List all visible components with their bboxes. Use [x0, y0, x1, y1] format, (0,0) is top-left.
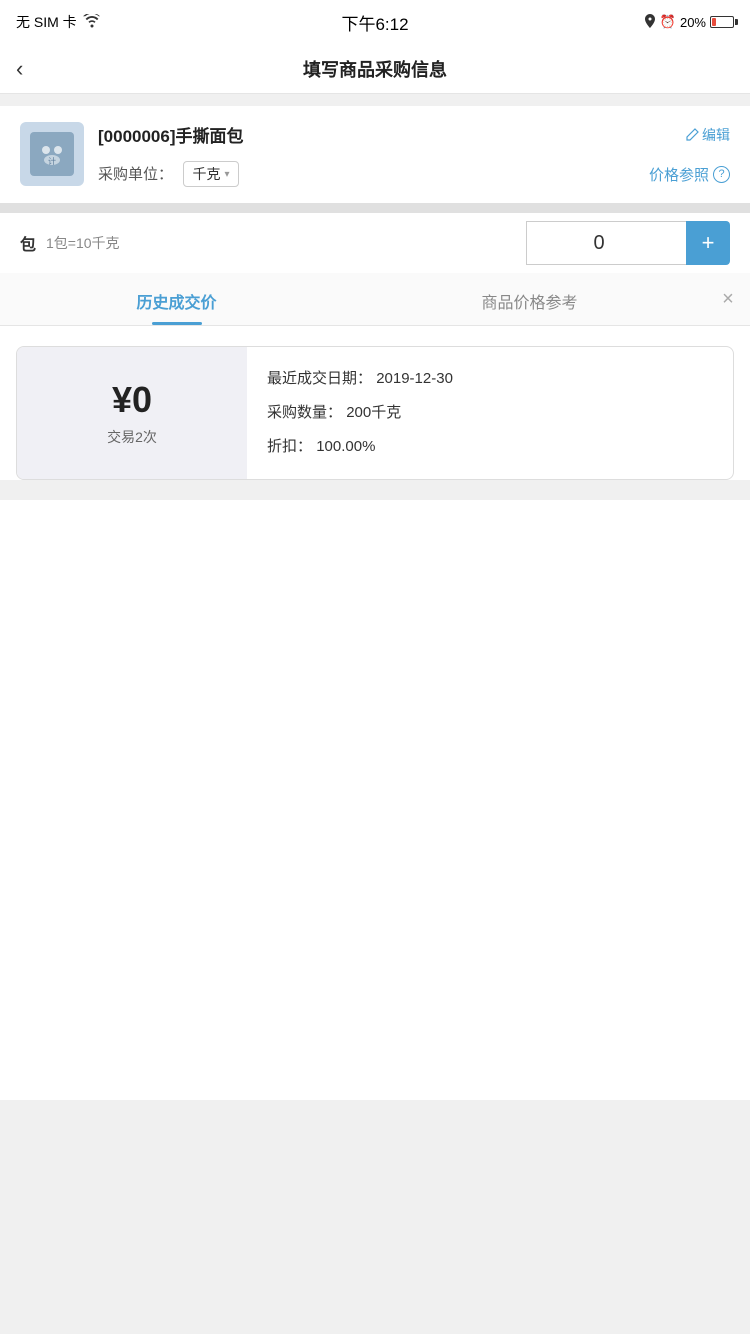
bottom-panel: 历史成交价 商品价格参考 × ¥0 交易2次 最近成交日期： 2019-12-3… — [0, 273, 750, 480]
status-time: 下午6:12 — [341, 10, 408, 35]
discount-value: 100.00% — [316, 438, 375, 455]
edit-icon — [685, 128, 699, 142]
battery-percentage: 20% — [680, 15, 706, 30]
battery-icon — [710, 16, 734, 28]
quantity-plus-button[interactable]: + — [686, 221, 730, 265]
price-ref-label: 价格参照 — [649, 164, 709, 185]
unit-selector[interactable]: 千克 ▾ — [183, 161, 238, 187]
carrier-label: 无 SIM 卡 — [16, 12, 77, 32]
status-bar: 无 SIM 卡 下午6:12 ⏰ 20% — [0, 0, 750, 44]
purchase-unit-label: 采购单位： — [98, 166, 173, 183]
purchase-qty-value: 200千克 — [346, 404, 401, 421]
page-title: 填写商品采购信息 — [303, 56, 447, 82]
edit-button[interactable]: 编辑 — [685, 125, 730, 145]
white-area — [0, 500, 750, 1100]
quantity-input-group: + — [526, 221, 730, 265]
history-details-section: 最近成交日期： 2019-12-30 采购数量： 200千克 折扣： 100.0… — [247, 347, 733, 479]
product-row: 计 [0000006]手撕面包 编辑 采购单位： 千克 — [20, 122, 730, 187]
purchase-unit-group: 采购单位： 千克 ▾ — [98, 161, 239, 187]
history-price-section: ¥0 交易2次 — [17, 347, 247, 479]
purchase-qty-label: 采购数量： — [267, 404, 342, 421]
quantity-label-group: 包 1包=10千克 — [20, 231, 120, 255]
status-right: ⏰ 20% — [644, 14, 734, 31]
nav-bar: ‹ 填写商品采购信息 — [0, 44, 750, 94]
discount-label: 折扣： — [267, 438, 312, 455]
alarm-icon: ⏰ — [660, 14, 676, 30]
product-name: [0000006]手撕面包 — [98, 122, 244, 147]
quantity-row: 包 1包=10千克 + — [0, 213, 750, 273]
back-button[interactable]: ‹ — [16, 56, 23, 82]
wifi-icon — [83, 14, 101, 31]
history-price: ¥0 — [112, 379, 152, 421]
history-discount: 折扣： 100.00% — [267, 435, 713, 459]
unit-badge: 包 — [20, 231, 36, 255]
purchase-unit-row: 采购单位： 千克 ▾ 价格参照 ? — [98, 161, 730, 187]
help-icon: ? — [713, 166, 730, 183]
price-ref-button[interactable]: 价格参照 ? — [649, 164, 730, 185]
product-card: 计 [0000006]手撕面包 编辑 采购单位： 千克 — [0, 106, 750, 203]
product-thumbnail: 计 — [20, 122, 84, 186]
recent-date-value: 2019-12-30 — [376, 370, 453, 387]
close-button[interactable]: × — [706, 277, 750, 321]
chevron-down-icon: ▾ — [224, 169, 229, 180]
location-icon — [644, 14, 656, 31]
svg-text:计: 计 — [48, 156, 56, 166]
product-thumb-icon: 计 — [30, 132, 74, 176]
product-name-row: [0000006]手撕面包 编辑 — [98, 122, 730, 147]
unit-equiv: 1包=10千克 — [46, 233, 120, 253]
tab-history[interactable]: 历史成交价 — [0, 273, 353, 325]
history-purchase-qty: 采购数量： 200千克 — [267, 401, 713, 425]
history-card: ¥0 交易2次 最近成交日期： 2019-12-30 采购数量： 200千克 折… — [16, 346, 734, 480]
quantity-input[interactable] — [526, 221, 686, 265]
recent-date-label: 最近成交日期： — [267, 370, 372, 387]
section-divider — [0, 203, 750, 213]
tab-reference[interactable]: 商品价格参考 — [353, 273, 706, 325]
history-recent-date: 最近成交日期： 2019-12-30 — [267, 367, 713, 391]
product-details: [0000006]手撕面包 编辑 采购单位： 千克 ▾ 价格 — [98, 122, 730, 187]
status-left: 无 SIM 卡 — [16, 12, 101, 32]
unit-value: 千克 — [192, 164, 220, 184]
history-trade-count: 交易2次 — [107, 427, 157, 447]
tabs-row: 历史成交价 商品价格参考 × — [0, 273, 750, 326]
